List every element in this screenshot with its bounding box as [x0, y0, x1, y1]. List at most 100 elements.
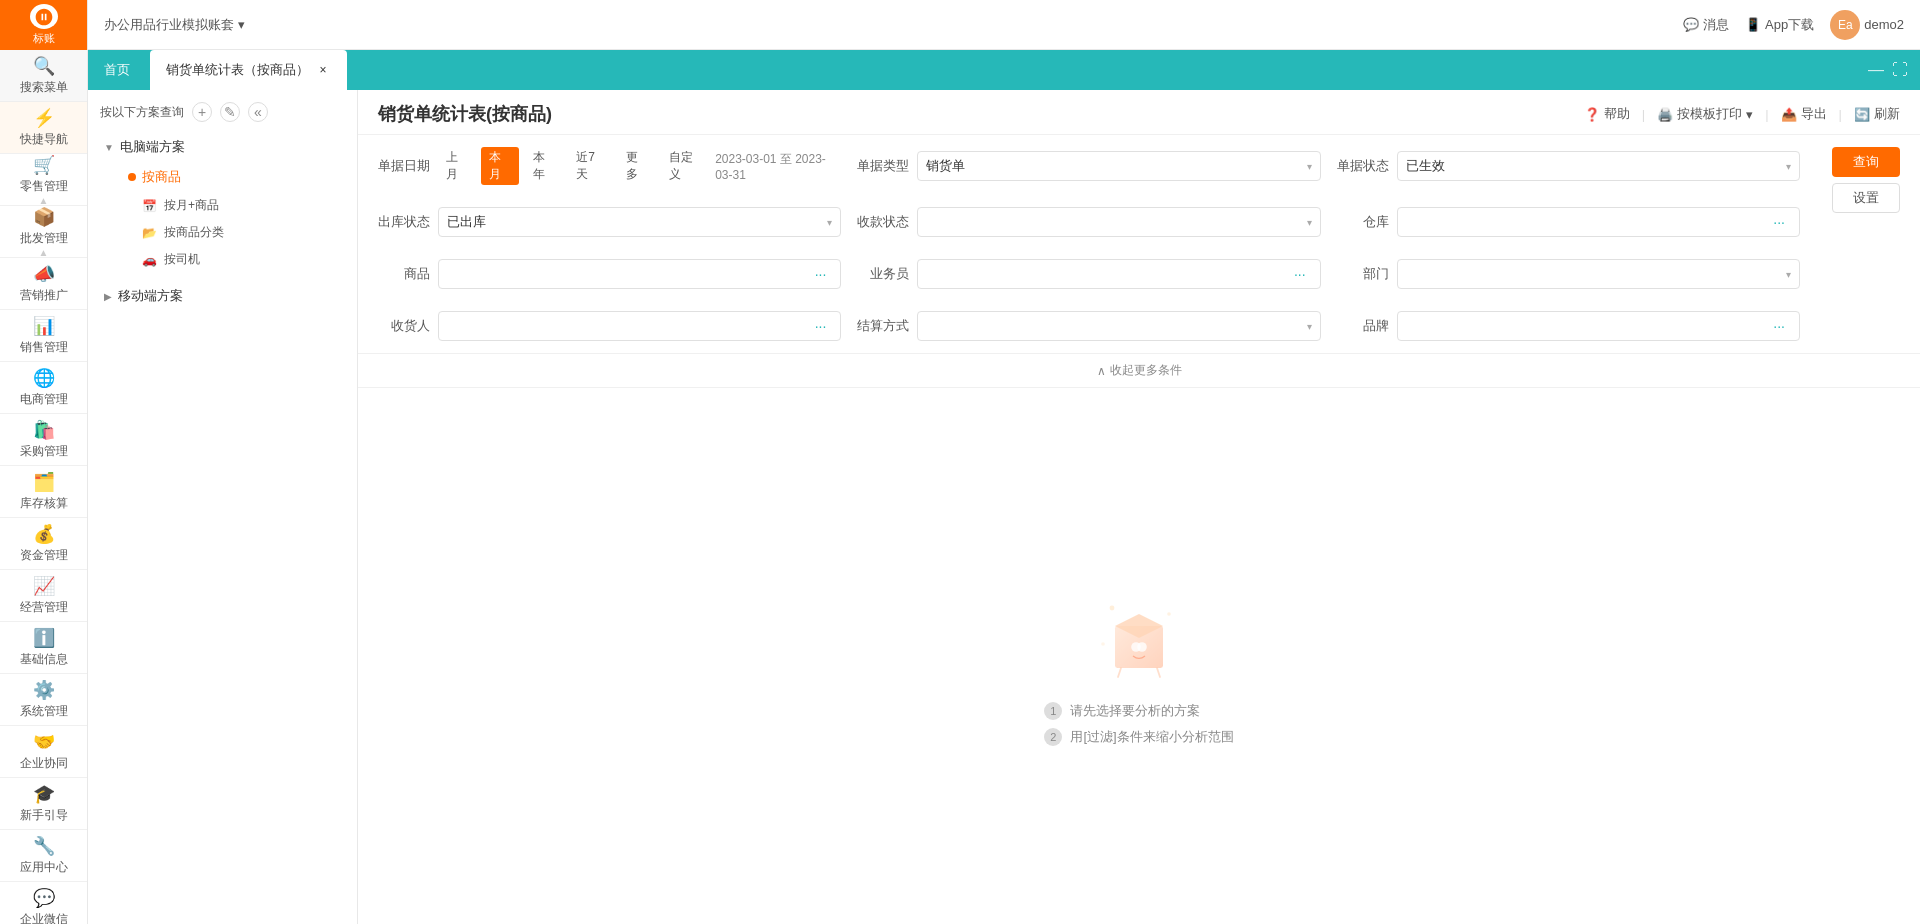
product-ellipsis-icon[interactable]: ···: [809, 264, 833, 284]
refresh-label: 刷新: [1874, 105, 1900, 123]
department-label: 部门: [1337, 265, 1389, 283]
filter-row-3: 商品 ··· 业务员 ···: [378, 259, 1800, 289]
system-icon: ⚙️: [33, 679, 55, 701]
export-button[interactable]: 📤 导出: [1781, 105, 1827, 123]
sidebar-item-apps[interactable]: 🔧 应用中心: [0, 830, 87, 882]
outstatus-label: 出库状态: [378, 213, 430, 231]
app-download-button[interactable]: 📱 App下载: [1745, 16, 1814, 34]
salesperson-input[interactable]: ···: [917, 259, 1320, 289]
sidebar-item-search[interactable]: 🔍 搜索菜单: [0, 50, 87, 102]
sidebar-item-retail[interactable]: 🛒 零售管理 ▲: [0, 154, 87, 206]
product-input[interactable]: ···: [438, 259, 841, 289]
date-tab-thisyear[interactable]: 本年: [525, 147, 562, 185]
outstatus-value: 已出库: [447, 213, 486, 231]
filter-row-2: 出库状态 已出库 ▾ 收款状态 ▾: [378, 207, 1800, 237]
app-download-icon: 📱: [1745, 17, 1761, 32]
brand-label: 品牌: [1337, 317, 1389, 335]
sidebar-item-basic-label: 基础信息: [20, 651, 68, 668]
scheme-group-mobile-title[interactable]: ▶ 移动端方案: [96, 281, 349, 311]
add-scheme-button[interactable]: +: [192, 102, 212, 122]
tab-maximize-button[interactable]: ⛶: [1892, 61, 1908, 79]
scheme-sub-product-category[interactable]: 📂 按商品分类: [96, 219, 349, 246]
tab-minimize-button[interactable]: —: [1868, 61, 1884, 79]
warehouse-ellipsis-icon[interactable]: ···: [1767, 212, 1791, 232]
scheme-sub-month-product[interactable]: 📅 按月+商品: [96, 192, 349, 219]
help-label: 帮助: [1604, 105, 1630, 123]
user-name: demo2: [1864, 17, 1904, 32]
tab-home[interactable]: 首页: [88, 50, 146, 90]
tab-report[interactable]: 销货单统计表（按商品） ×: [150, 50, 347, 90]
sidebar-item-sales-label: 销售管理: [20, 339, 68, 356]
filter-settlement-field: 结算方式 ▾: [857, 311, 1320, 341]
collapse-panel-button[interactable]: «: [248, 102, 268, 122]
sidebar-item-wholesale[interactable]: 📦 批发管理 ▲: [0, 206, 87, 258]
salesperson-ellipsis-icon[interactable]: ···: [1288, 264, 1312, 284]
print-button[interactable]: 🖨️ 按模板打印 ▾: [1657, 105, 1753, 123]
date-tab-7days[interactable]: 近7天: [568, 147, 611, 185]
sidebar-item-inventory[interactable]: 🗂️ 库存核算: [0, 466, 87, 518]
sidebar-item-basic[interactable]: ℹ️ 基础信息: [0, 622, 87, 674]
doctype-select[interactable]: 销货单 ▾: [917, 151, 1320, 181]
retail-arrow: ▲: [39, 195, 49, 206]
sidebar-item-sales[interactable]: 📊 销售管理: [0, 310, 87, 362]
sidebar-item-system[interactable]: ⚙️ 系统管理: [0, 674, 87, 726]
scheme-group-pc-title[interactable]: ▼ 电脑端方案: [96, 132, 349, 162]
page-actions: ❓ 帮助 | 🖨️ 按模板打印 ▾ | 📤 导出 |: [1584, 105, 1900, 123]
filter-salesperson-field: 业务员 ···: [857, 259, 1320, 289]
brand-ellipsis-icon[interactable]: ···: [1767, 316, 1791, 336]
filter-collection-field: 收款状态 ▾: [857, 207, 1320, 237]
sidebar-item-quicknav[interactable]: ⚡ 快捷导航: [0, 102, 87, 154]
collapse-bar[interactable]: ∧ 收起更多条件: [358, 354, 1920, 388]
sidebar-item-finance[interactable]: 💰 资金管理: [0, 518, 87, 570]
refresh-button[interactable]: 🔄 刷新: [1854, 105, 1900, 123]
filter-department-field: 部门 ▾: [1337, 259, 1800, 289]
department-select[interactable]: ▾: [1397, 259, 1800, 289]
docstatus-select[interactable]: 已生效 ▾: [1397, 151, 1800, 181]
sidebar-item-marketing[interactable]: 📣 营销推广: [0, 258, 87, 310]
sidebar-item-enterprise-label: 企业协同: [20, 755, 68, 772]
collapse-up-icon: ∧: [1097, 364, 1106, 378]
sidebar-item-ecommerce[interactable]: 🌐 电商管理: [0, 362, 87, 414]
filter-outstatus-field: 出库状态 已出库 ▾: [378, 207, 841, 237]
sidebar-item-enterprise[interactable]: 🤝 企业协同: [0, 726, 87, 778]
tab-close-button[interactable]: ×: [315, 62, 331, 78]
scheme-item-by-product[interactable]: 按商品: [96, 162, 349, 192]
sidebar-item-wechat[interactable]: 💬 企业微信: [0, 882, 87, 924]
sidebar-item-guide[interactable]: 🎓 新手引导: [0, 778, 87, 830]
collapse-label: 收起更多条件: [1110, 362, 1182, 379]
sidebar-item-retail-label: 零售管理: [20, 178, 68, 195]
help-button[interactable]: ❓ 帮助: [1584, 105, 1630, 123]
receiver-input[interactable]: ···: [438, 311, 841, 341]
apps-icon: 🔧: [33, 835, 55, 857]
page-header: 销货单统计表(按商品) ❓ 帮助 | 🖨️ 按模板打印 ▾ | 📤: [358, 90, 1920, 135]
edit-scheme-button[interactable]: ✎: [220, 102, 240, 122]
collection-arrow-icon: ▾: [1307, 217, 1312, 228]
query-button[interactable]: 查询: [1832, 147, 1900, 177]
warehouse-input[interactable]: ···: [1397, 207, 1800, 237]
message-button[interactable]: 💬 消息: [1683, 16, 1729, 34]
scheme-sub-cashier[interactable]: 🚗 按司机: [96, 246, 349, 273]
date-tab-custom[interactable]: 自定义: [661, 147, 709, 185]
brand-input[interactable]: ···: [1397, 311, 1800, 341]
date-tab-lastmonth[interactable]: 上月: [438, 147, 475, 185]
tip-num-2: 2: [1044, 728, 1062, 746]
account-selector[interactable]: 办公用品行业模拟账套 ▾: [104, 16, 245, 34]
settings-button[interactable]: 设置: [1832, 183, 1900, 213]
collection-select[interactable]: ▾: [917, 207, 1320, 237]
receiver-ellipsis-icon[interactable]: ···: [809, 316, 833, 336]
user-profile[interactable]: Ea demo2: [1830, 10, 1904, 40]
sidebar-item-guide-label: 新手引导: [20, 807, 68, 824]
settlement-select[interactable]: ▾: [917, 311, 1320, 341]
outstatus-select[interactable]: 已出库 ▾: [438, 207, 841, 237]
export-icon: 📤: [1781, 107, 1797, 122]
divider-3: |: [1839, 107, 1842, 122]
logo-text: 标账: [33, 31, 55, 46]
sidebar: 标账 🔍 搜索菜单 ⚡ 快捷导航 🛒 零售管理 ▲ 📦 批发管理 ▲ 📣 营销推…: [0, 0, 88, 924]
sidebar-item-purchase[interactable]: 🛍️ 采购管理: [0, 414, 87, 466]
date-tab-thismonth[interactable]: 本月: [481, 147, 518, 185]
panel-header-label: 按以下方案查询: [100, 104, 184, 121]
sidebar-item-operations[interactable]: 📈 经营管理: [0, 570, 87, 622]
sidebar-item-marketing-label: 营销推广: [20, 287, 68, 304]
date-tab-more[interactable]: 更多: [618, 147, 655, 185]
tip-num-1: 1: [1044, 702, 1062, 720]
